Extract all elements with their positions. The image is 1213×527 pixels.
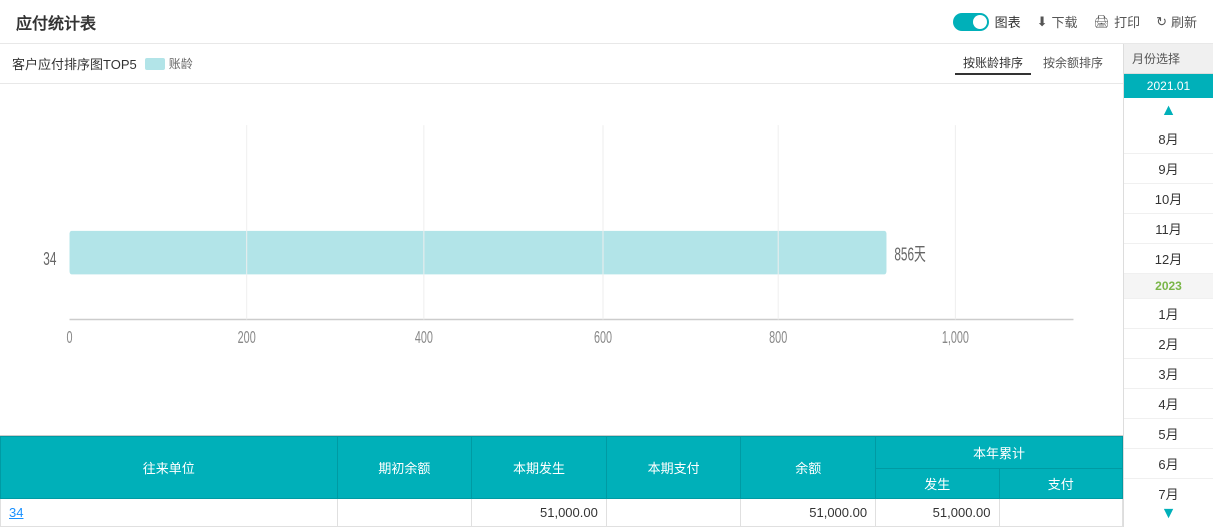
sort-by-balance-button[interactable]: 按余额排序: [1035, 52, 1111, 75]
cell-balance: 51,000.00: [741, 499, 876, 527]
svg-text:600: 600: [594, 328, 612, 347]
col-current-occur: 本期发生: [472, 437, 607, 499]
print-icon: 🖨: [1094, 14, 1111, 30]
sidebar-month-item[interactable]: 10月: [1124, 184, 1213, 214]
refresh-icon: ↻: [1156, 14, 1167, 30]
col-ytd-pay: 支付: [999, 469, 1123, 499]
svg-text:34: 34: [43, 250, 56, 270]
svg-text:400: 400: [415, 328, 433, 347]
sidebar-down-button[interactable]: ▼: [1124, 501, 1213, 527]
sidebar-up-button[interactable]: ▲: [1124, 98, 1213, 124]
toggle-label: 图表: [995, 12, 1021, 31]
app-container: 应付统计表 图表 ⬇ 下载 🖨 打印 ↻ 刷新: [0, 0, 1213, 527]
refresh-label: 刷新: [1171, 12, 1197, 31]
refresh-button[interactable]: ↻ 刷新: [1156, 12, 1197, 31]
legend-color-box: [145, 58, 165, 70]
sort-by-age-button[interactable]: 按账龄排序: [955, 52, 1031, 75]
sidebar-header: 月份选择: [1124, 44, 1213, 74]
col-ytd: 本年累计: [876, 437, 1123, 469]
svg-text:200: 200: [238, 328, 256, 347]
chart-toolbar: 客户应付排序图TOP5 账龄 按账龄排序 按余额排序: [0, 44, 1123, 84]
table-section: 往来单位 期初余额 本期发生 本期支付 余额 本年累计 发生 支付: [0, 435, 1123, 527]
main-content: 客户应付排序图TOP5 账龄 按账龄排序 按余额排序 34: [0, 44, 1213, 527]
sidebar-month-item[interactable]: 11月: [1124, 214, 1213, 244]
toggle-track[interactable]: [953, 13, 989, 31]
chart-area: 34 856天 0 200 400 600 800 1,000: [0, 84, 1123, 435]
header: 应付统计表 图表 ⬇ 下载 🖨 打印 ↻ 刷新: [0, 0, 1213, 44]
cell-ytd-pay: [999, 499, 1123, 527]
sidebar-selected-date: 2021.01: [1124, 74, 1213, 98]
sidebar-month-item[interactable]: 5月: [1124, 419, 1213, 449]
print-label: 打印: [1114, 12, 1140, 31]
col-opening: 期初余额: [337, 437, 472, 499]
cell-current-pay: [606, 499, 741, 527]
chart-legend: 客户应付排序图TOP5 账龄: [12, 54, 193, 73]
svg-text:0: 0: [67, 328, 73, 347]
sidebar: 月份选择 2021.01 ▲ 8月9月10月11月12月20231月2月3月4月…: [1123, 44, 1213, 527]
svg-text:856天: 856天: [894, 245, 926, 265]
sort-buttons: 按账龄排序 按余额排序: [955, 52, 1111, 75]
cell-company[interactable]: 34: [1, 499, 338, 527]
chart-section: 客户应付排序图TOP5 账龄 按账龄排序 按余额排序 34: [0, 44, 1123, 527]
legend-title: 客户应付排序图TOP5: [12, 54, 137, 73]
svg-text:800: 800: [769, 328, 787, 347]
col-current-pay: 本期支付: [606, 437, 741, 499]
header-actions: 图表 ⬇ 下载 🖨 打印 ↻ 刷新: [953, 12, 1197, 31]
legend-age-label: 账龄: [169, 55, 193, 72]
chart-toggle[interactable]: 图表: [953, 12, 1021, 31]
table-wrapper: 往来单位 期初余额 本期发生 本期支付 余额 本年累计 发生 支付: [0, 436, 1123, 527]
sidebar-month-item[interactable]: 12月: [1124, 244, 1213, 274]
col-ytd-occur: 发生: [876, 469, 999, 499]
sidebar-year-label: 2023: [1124, 274, 1213, 299]
sidebar-months: 8月9月10月11月12月20231月2月3月4月5月6月7月: [1124, 124, 1213, 501]
download-button[interactable]: ⬇ 下载: [1037, 12, 1078, 31]
cell-current-occur: 51,000.00: [472, 499, 607, 527]
col-balance: 余额: [741, 437, 876, 499]
chart-svg: 34 856天 0 200 400 600 800 1,000: [40, 94, 1103, 405]
legend-item-age: 账龄: [145, 55, 193, 72]
download-icon: ⬇: [1037, 14, 1048, 30]
sidebar-month-item[interactable]: 3月: [1124, 359, 1213, 389]
download-label: 下载: [1052, 12, 1078, 31]
svg-text:1,000: 1,000: [942, 328, 969, 347]
cell-ytd-occur: 51,000.00: [876, 499, 999, 527]
sidebar-month-item[interactable]: 6月: [1124, 449, 1213, 479]
toggle-thumb: [973, 15, 987, 29]
col-company: 往来单位: [1, 437, 338, 499]
data-table: 往来单位 期初余额 本期发生 本期支付 余额 本年累计 发生 支付: [0, 436, 1123, 527]
sidebar-month-item[interactable]: 4月: [1124, 389, 1213, 419]
table-row: 34 51,000.00 51,000.00 51,000.00: [1, 499, 1123, 527]
sidebar-month-item[interactable]: 7月: [1124, 479, 1213, 501]
sidebar-month-item[interactable]: 8月: [1124, 124, 1213, 154]
sidebar-month-item[interactable]: 1月: [1124, 299, 1213, 329]
print-button[interactable]: 🖨 打印: [1094, 12, 1141, 31]
cell-opening: [337, 499, 472, 527]
sidebar-month-item[interactable]: 2月: [1124, 329, 1213, 359]
page-title: 应付统计表: [16, 10, 96, 34]
sidebar-month-item[interactable]: 9月: [1124, 154, 1213, 184]
